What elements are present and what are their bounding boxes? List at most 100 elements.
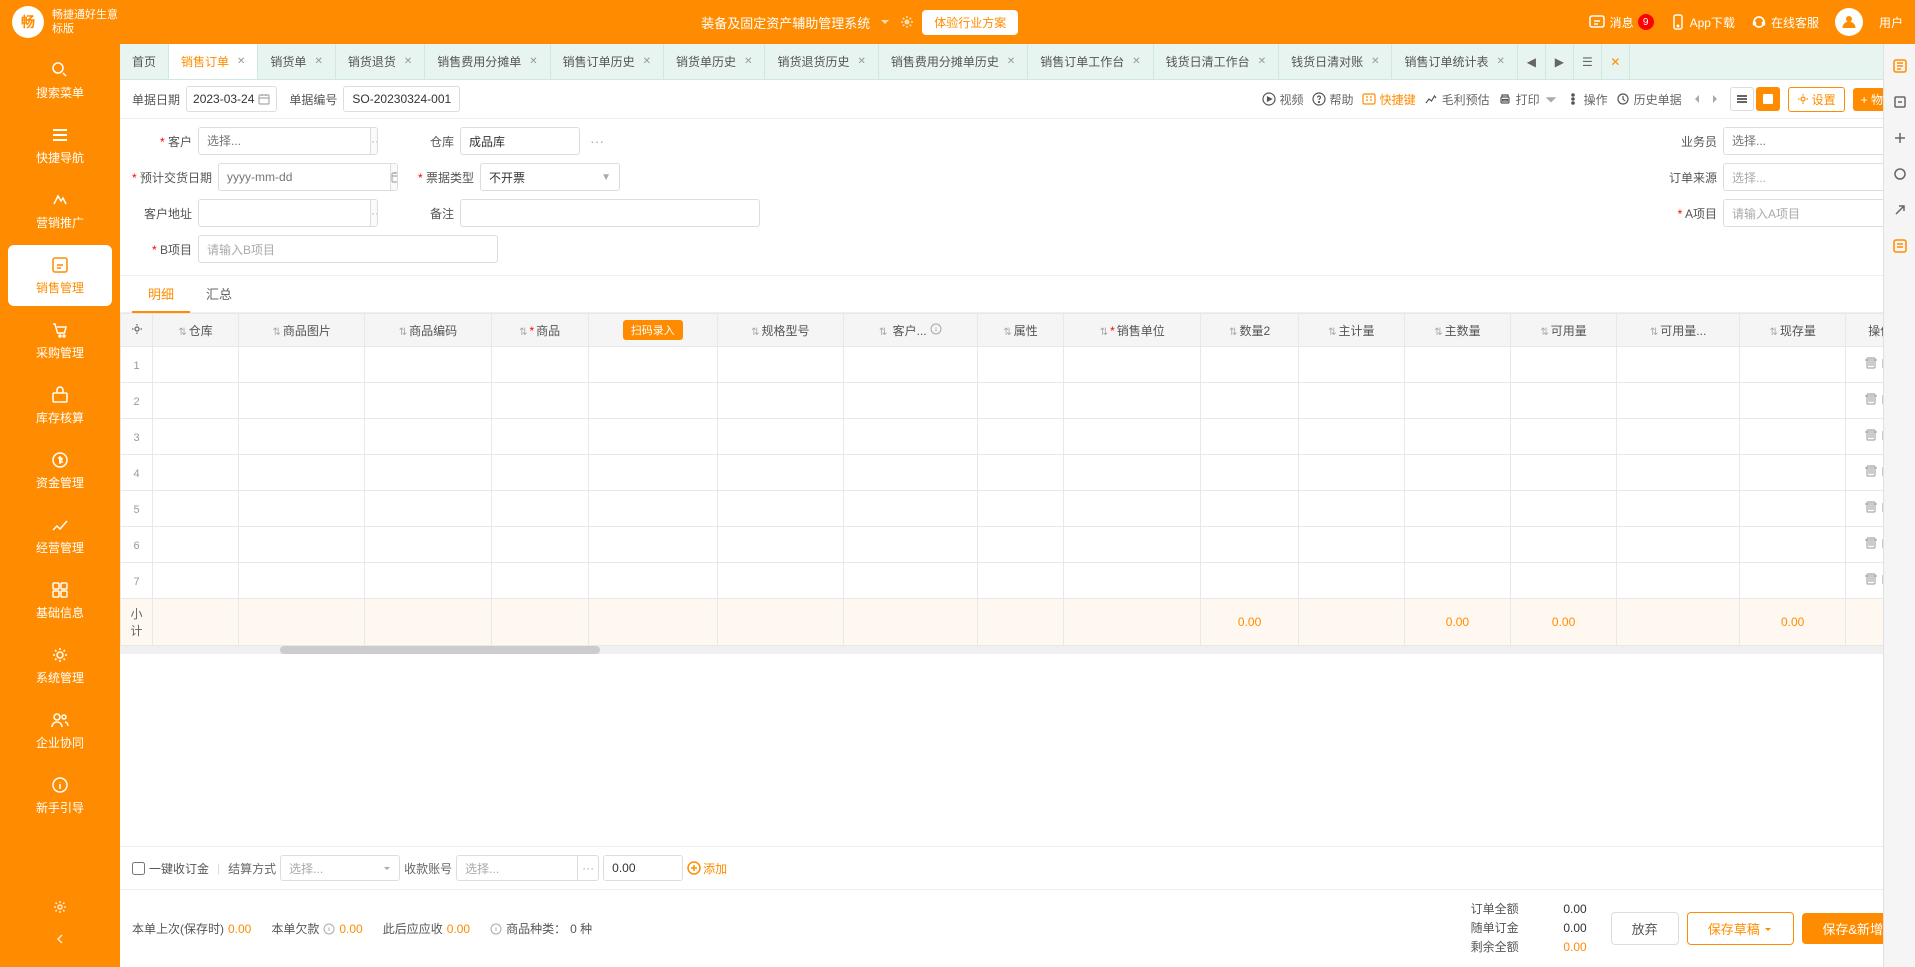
toolbar-operate[interactable]: 操作 (1566, 91, 1608, 108)
auto-pay-checkbox-input[interactable] (132, 862, 145, 875)
delete-icon[interactable] (1864, 356, 1878, 373)
tab-goods-history[interactable]: 销货单历史 ✕ (664, 44, 765, 79)
warehouse-value[interactable]: 成品库 (460, 127, 580, 155)
sidebar-item-finance[interactable]: 资金管理 (8, 440, 112, 501)
delivery-calendar-icon[interactable] (390, 164, 398, 190)
tab-close-icon[interactable]: ✕ (314, 56, 322, 67)
th-gear[interactable] (121, 314, 153, 347)
customer-addr-input[interactable]: ··· (198, 199, 378, 227)
toolbar-video[interactable]: 视频 (1262, 91, 1304, 108)
sidebar-collapse[interactable] (0, 923, 120, 955)
form-view-btn[interactable] (1756, 87, 1780, 111)
addr-expand-icon[interactable]: ··· (370, 200, 378, 226)
sidebar-item-search[interactable]: 搜索菜单 (8, 50, 112, 111)
tab-sales-fee[interactable]: 销售费用分摊单 ✕ (425, 44, 550, 79)
list-view-btn[interactable] (1730, 87, 1754, 111)
add-btn[interactable]: 添加 (687, 860, 727, 877)
ticket-type-select[interactable]: 不开票 ▼ (480, 163, 620, 191)
tab-close-icon[interactable]: ✕ (857, 56, 865, 67)
tab-cash-reconcile[interactable]: 钱货日清对账 ✕ (1279, 44, 1392, 79)
tab-close-icon[interactable]: ✕ (1132, 56, 1140, 67)
tab-fee-history[interactable]: 销售费用分摊单历史 ✕ (879, 44, 1028, 79)
tab-sales-order[interactable]: 销售订单 ✕ (169, 44, 258, 79)
delete-icon[interactable] (1864, 572, 1878, 589)
sidebar-item-nav[interactable]: 快捷导航 (8, 115, 112, 176)
delivery-date-input-field[interactable] (219, 170, 390, 184)
toolbar-print[interactable]: 打印 (1498, 91, 1558, 108)
tab-next-btn[interactable]: ▶ (1546, 44, 1574, 79)
tab-stats[interactable]: 销售订单统计表 ✕ (1392, 44, 1517, 79)
support-item[interactable]: 在线客服 (1751, 14, 1819, 31)
history-prev-icon[interactable] (1690, 92, 1704, 106)
customer-input-field[interactable] (199, 134, 370, 148)
right-panel-settings[interactable] (1886, 52, 1914, 80)
sidebar-settings[interactable] (0, 891, 120, 923)
sidebar-item-marketing[interactable]: 营销推广 (8, 180, 112, 241)
order-source-select[interactable]: 选择... ▼ (1723, 163, 1903, 191)
tab-close-icon[interactable]: ✕ (1258, 56, 1266, 67)
scrollbar-thumb[interactable] (280, 646, 600, 654)
sidebar-item-operation[interactable]: 经营管理 (8, 505, 112, 566)
tab-sales-goods[interactable]: 销货单 ✕ (258, 44, 335, 79)
account-input-wrapper[interactable]: 选择... ··· (456, 855, 599, 881)
tab-list-btn[interactable]: ☰ (1574, 44, 1602, 79)
history-next-icon[interactable] (1708, 92, 1722, 106)
auto-pay-checkbox[interactable]: 一键收订金 (132, 860, 209, 877)
sidebar-item-inventory[interactable]: 库存核算 (8, 375, 112, 436)
b-project-input[interactable]: 请输入B项目 (198, 235, 498, 263)
sidebar-item-sales[interactable]: 销售管理 (8, 245, 112, 306)
tab-close-icon[interactable]: ✕ (529, 56, 537, 67)
tab-prev-btn[interactable]: ◀ (1518, 44, 1546, 79)
delete-icon[interactable] (1864, 536, 1878, 553)
right-panel-btn3[interactable] (1886, 160, 1914, 188)
a-project-input[interactable]: 请输入A项目 (1723, 199, 1903, 227)
right-panel-btn4[interactable] (1886, 196, 1914, 224)
settings-btn[interactable]: 设置 (1788, 87, 1845, 112)
amount-input[interactable]: 0.00 (603, 855, 683, 881)
pay-method-select[interactable]: 选择... (280, 855, 400, 881)
app-download-item[interactable]: App下载 (1670, 14, 1735, 31)
sidebar-item-purchase[interactable]: 采购管理 (8, 310, 112, 371)
customer-expand-icon[interactable]: ··· (370, 128, 378, 154)
delete-icon[interactable] (1864, 464, 1878, 481)
right-panel-btn1[interactable] (1886, 88, 1914, 116)
sidebar-item-system[interactable]: 系统管理 (8, 635, 112, 696)
sidebar-item-collab[interactable]: 企业协同 (8, 700, 112, 761)
toolbar-shortcut[interactable]: 快捷键 (1362, 91, 1416, 108)
horizontal-scrollbar[interactable] (120, 646, 1915, 654)
tab-cash-workbench[interactable]: 钱货日清工作台 ✕ (1154, 44, 1279, 79)
tab-detail[interactable]: 明细 (132, 276, 190, 313)
dropdown-icon[interactable] (878, 15, 892, 29)
warehouse-expand[interactable]: ··· (586, 133, 608, 149)
tab-close-icon[interactable]: ✕ (1371, 56, 1379, 67)
tab-close-icon[interactable]: ✕ (744, 56, 752, 67)
right-panel-btn2[interactable] (1886, 124, 1914, 152)
tab-close-icon[interactable]: ✕ (1007, 56, 1015, 67)
tab-return-history[interactable]: 销货退货历史 ✕ (765, 44, 878, 79)
customer-input[interactable]: ··· (198, 127, 378, 155)
gear-icon[interactable] (900, 15, 914, 29)
sidebar-item-guide[interactable]: 新手引导 (8, 765, 112, 826)
delete-icon[interactable] (1864, 392, 1878, 409)
delete-icon[interactable] (1864, 500, 1878, 517)
account-select[interactable]: 选择... (457, 856, 577, 880)
delivery-date-input[interactable] (218, 163, 398, 191)
toolbar-help[interactable]: 帮助 (1312, 91, 1354, 108)
tab-close-all-btn[interactable]: ✕ (1602, 44, 1630, 79)
delete-icon[interactable] (1864, 428, 1878, 445)
discard-btn[interactable]: 放弃 (1611, 912, 1679, 945)
staff-input-field[interactable] (1724, 134, 1895, 148)
draft-btn[interactable]: 保存草稿 (1687, 912, 1795, 945)
note-input[interactable] (460, 199, 760, 227)
customer-addr-input-field[interactable] (199, 206, 370, 220)
avatar[interactable] (1835, 8, 1863, 36)
scan-btn[interactable]: 扫码录入 (623, 320, 683, 340)
solution-btn[interactable]: 体验行业方案 (922, 10, 1018, 35)
tab-close-icon[interactable]: ✕ (643, 56, 651, 67)
tab-sales-return[interactable]: 销货退货 ✕ (336, 44, 425, 79)
tab-home[interactable]: 首页 (120, 44, 169, 79)
sidebar-item-basic[interactable]: 基础信息 (8, 570, 112, 631)
tab-sales-order-history[interactable]: 销售订单历史 ✕ (551, 44, 664, 79)
tab-summary[interactable]: 汇总 (190, 276, 248, 313)
right-panel-btn5[interactable] (1886, 232, 1914, 260)
